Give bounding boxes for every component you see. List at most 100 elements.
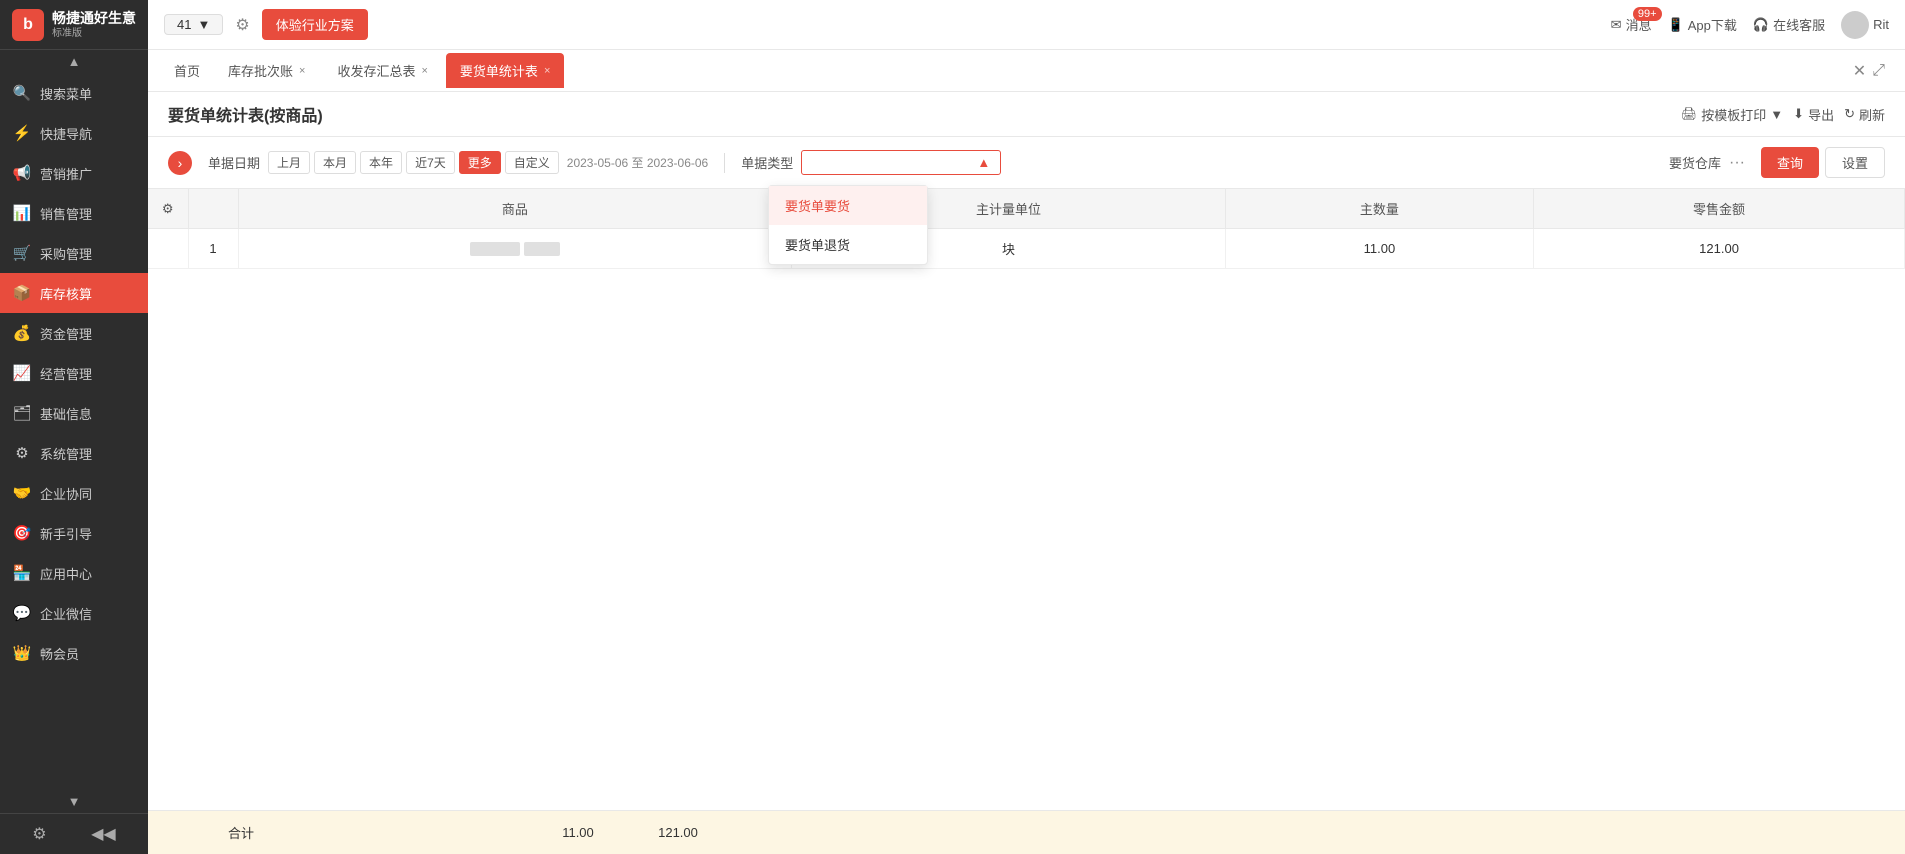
app-download-btn[interactable]: 📱 App下载 [1668, 15, 1737, 34]
row-num-0: 1 [188, 229, 238, 269]
maximize-btn[interactable]: ⤢ [1872, 62, 1885, 80]
sidebar-item-search[interactable]: 🔍 搜索菜单 [0, 73, 148, 113]
footer-total-quantity: 11.00 [528, 825, 628, 840]
footer-total-amount: 121.00 [628, 825, 728, 840]
nav-icon-finance: 💰 [12, 323, 32, 343]
logo-icon: b [12, 9, 44, 41]
type-select[interactable]: ▲ [801, 150, 1001, 175]
date-filter-group: 单据日期 上月 本月 本年 近7天 更多 自定义 2023-05-06 至 20… [208, 151, 708, 174]
sidebar-item-marketing[interactable]: 📢 营销推广 [0, 153, 148, 193]
dropdown-item-requisition-return[interactable]: 要货单退货 [769, 225, 927, 264]
tab-close-requisition-stats[interactable]: × [544, 65, 550, 77]
settings-row-btn[interactable]: 设置 [1825, 147, 1885, 178]
sidebar-item-appstore[interactable]: 🏪 应用中心 [0, 553, 148, 593]
this-year-btn[interactable]: 本年 [360, 151, 402, 174]
warehouse-label: 要货仓库 [1669, 153, 1721, 172]
industry-btn[interactable]: 体验行业方案 [262, 9, 368, 40]
nav-icon-membership: 👑 [12, 643, 32, 663]
expand-filter-btn[interactable]: › [168, 151, 192, 175]
nav-icon-guide: 🎯 [12, 523, 32, 543]
user-name: Rit [1873, 17, 1889, 32]
more-dates-btn[interactable]: 更多 [459, 151, 501, 174]
sidebar-nav: 🔍 搜索菜单 ⚡ 快捷导航 📢 营销推广 📊 销售管理 🛒 采购管理 📦 库存核… [0, 73, 148, 790]
nav-icon-system: ⚙ [12, 443, 32, 463]
sidebar-item-finance[interactable]: 💰 资金管理 [0, 313, 148, 353]
filter-action-btns: 查询 设置 [1761, 147, 1885, 178]
online-service-btn[interactable]: 🎧 在线客服 [1753, 15, 1825, 34]
sidebar-item-sales[interactable]: 📊 销售管理 [0, 193, 148, 233]
sidebar-item-system[interactable]: ⚙ 系统管理 [0, 433, 148, 473]
page-actions: 🖨 按模板打印 ▼ ⬇ 导出 ↻ 刷新 [1681, 105, 1885, 124]
nav-label-membership: 畅会员 [40, 644, 136, 663]
header-settings-icon[interactable]: ⚙ [235, 15, 249, 35]
nav-icon-sales: 📊 [12, 203, 32, 223]
nav-icon-shortcut: ⚡ [12, 123, 32, 143]
tab-requisition-stats[interactable]: 要货单统计表× [446, 53, 564, 88]
nav-label-base: 基础信息 [40, 404, 136, 423]
nav-label-marketing: 营销推广 [40, 164, 136, 183]
this-month-btn[interactable]: 本月 [314, 151, 356, 174]
table-row: 1 块 11.00 121.00 [148, 229, 1905, 269]
tab-close-receivable-summary[interactable]: × [421, 65, 427, 77]
custom-date-btn[interactable]: 自定义 [505, 151, 559, 174]
data-table: ⚙ 商品 主计量单位 主数量 零售金额 1 [148, 189, 1905, 269]
tab-home[interactable]: 首页 [164, 53, 210, 88]
settings-icon[interactable]: ⚙ [32, 824, 46, 844]
export-btn[interactable]: ⬇ 导出 [1793, 105, 1834, 124]
sidebar-item-shortcut[interactable]: ⚡ 快捷导航 [0, 113, 148, 153]
sidebar-item-operations[interactable]: 📈 经营管理 [0, 353, 148, 393]
row-quantity-0: 11.00 [1225, 229, 1533, 269]
user-avatar[interactable]: Rit [1841, 11, 1889, 39]
table-footer: 合计 11.00 121.00 [148, 810, 1905, 854]
sidebar-item-inventory[interactable]: 📦 库存核算 [0, 273, 148, 313]
nav-label-search: 搜索菜单 [40, 84, 136, 103]
tab-close-inventory-batch[interactable]: × [299, 65, 305, 77]
print-btn[interactable]: 🖨 按模板打印 ▼ [1681, 105, 1783, 124]
table-container: ⚙ 商品 主计量单位 主数量 零售金额 1 [148, 189, 1905, 810]
message-btn[interactable]: ✉ 消息 99+ [1611, 15, 1652, 34]
dropdown-item-requisition-order[interactable]: 要货单要货 [769, 186, 927, 225]
nav-label-operations: 经营管理 [40, 364, 136, 383]
sidebar-item-wechat[interactable]: 💬 企业微信 [0, 593, 148, 633]
nav-label-shortcut: 快捷导航 [40, 124, 136, 143]
last-7days-btn[interactable]: 近7天 [406, 151, 455, 174]
refresh-btn[interactable]: ↻ 刷新 [1844, 105, 1885, 124]
scroll-up-btn[interactable]: ▲ [0, 50, 148, 73]
tab-inventory-batch[interactable]: 库存批次账× [214, 53, 319, 88]
col-header-product: 商品 [238, 189, 792, 229]
footer-total-label: 合计 [168, 823, 408, 842]
scroll-down-btn[interactable]: ▼ [0, 790, 148, 813]
chevron-up-icon: ▲ [977, 155, 990, 170]
sidebar-item-membership[interactable]: 👑 畅会员 [0, 633, 148, 673]
row-amount-0: 121.00 [1534, 229, 1905, 269]
sidebar-item-base[interactable]: 🗂 基础信息 [0, 393, 148, 433]
nav-icon-appstore: 🏪 [12, 563, 32, 583]
row-product-0 [238, 229, 792, 269]
page-content: 要货单统计表(按商品) 🖨 按模板打印 ▼ ⬇ 导出 ↻ 刷新 › [148, 92, 1905, 854]
col-header-amount: 零售金额 [1534, 189, 1905, 229]
last-month-btn[interactable]: 上月 [268, 151, 310, 174]
page-title-row: 要货单统计表(按商品) 🖨 按模板打印 ▼ ⬇ 导出 ↻ 刷新 [148, 92, 1905, 137]
sidebar-item-cooperation[interactable]: 🤝 企业协同 [0, 473, 148, 513]
type-dropdown: 要货单要货 要货单退货 [768, 185, 928, 265]
nav-label-system: 系统管理 [40, 444, 136, 463]
row-settings-0[interactable] [148, 229, 188, 269]
nav-label-inventory: 库存核算 [40, 284, 136, 303]
warehouse-filter-group: 要货仓库 ··· [1669, 153, 1745, 172]
nav-icon-cooperation: 🤝 [12, 483, 32, 503]
warehouse-more-icon[interactable]: ··· [1729, 154, 1745, 172]
sidebar-item-guide[interactable]: 🎯 新手引导 [0, 513, 148, 553]
sidebar-item-purchase[interactable]: 🛒 采购管理 [0, 233, 148, 273]
col-header-settings[interactable]: ⚙ [148, 189, 188, 229]
date-filter-label: 单据日期 [208, 153, 260, 172]
query-btn[interactable]: 查询 [1761, 147, 1819, 178]
close-tab-btn[interactable]: ✕ [1853, 61, 1866, 81]
type-filter-label: 单据类型 [741, 153, 793, 172]
tab-receivable-summary[interactable]: 收发存汇总表 × [323, 53, 441, 88]
collapse-icon[interactable]: ◀◀ [91, 824, 116, 844]
nav-label-cooperation: 企业协同 [40, 484, 136, 503]
nav-label-appstore: 应用中心 [40, 564, 136, 583]
tab-label-receivable-summary: 收发存汇总表 [337, 61, 415, 80]
tab-count: 41 ▼ [164, 14, 223, 35]
app-name: 畅捷通好生意 [52, 9, 136, 27]
